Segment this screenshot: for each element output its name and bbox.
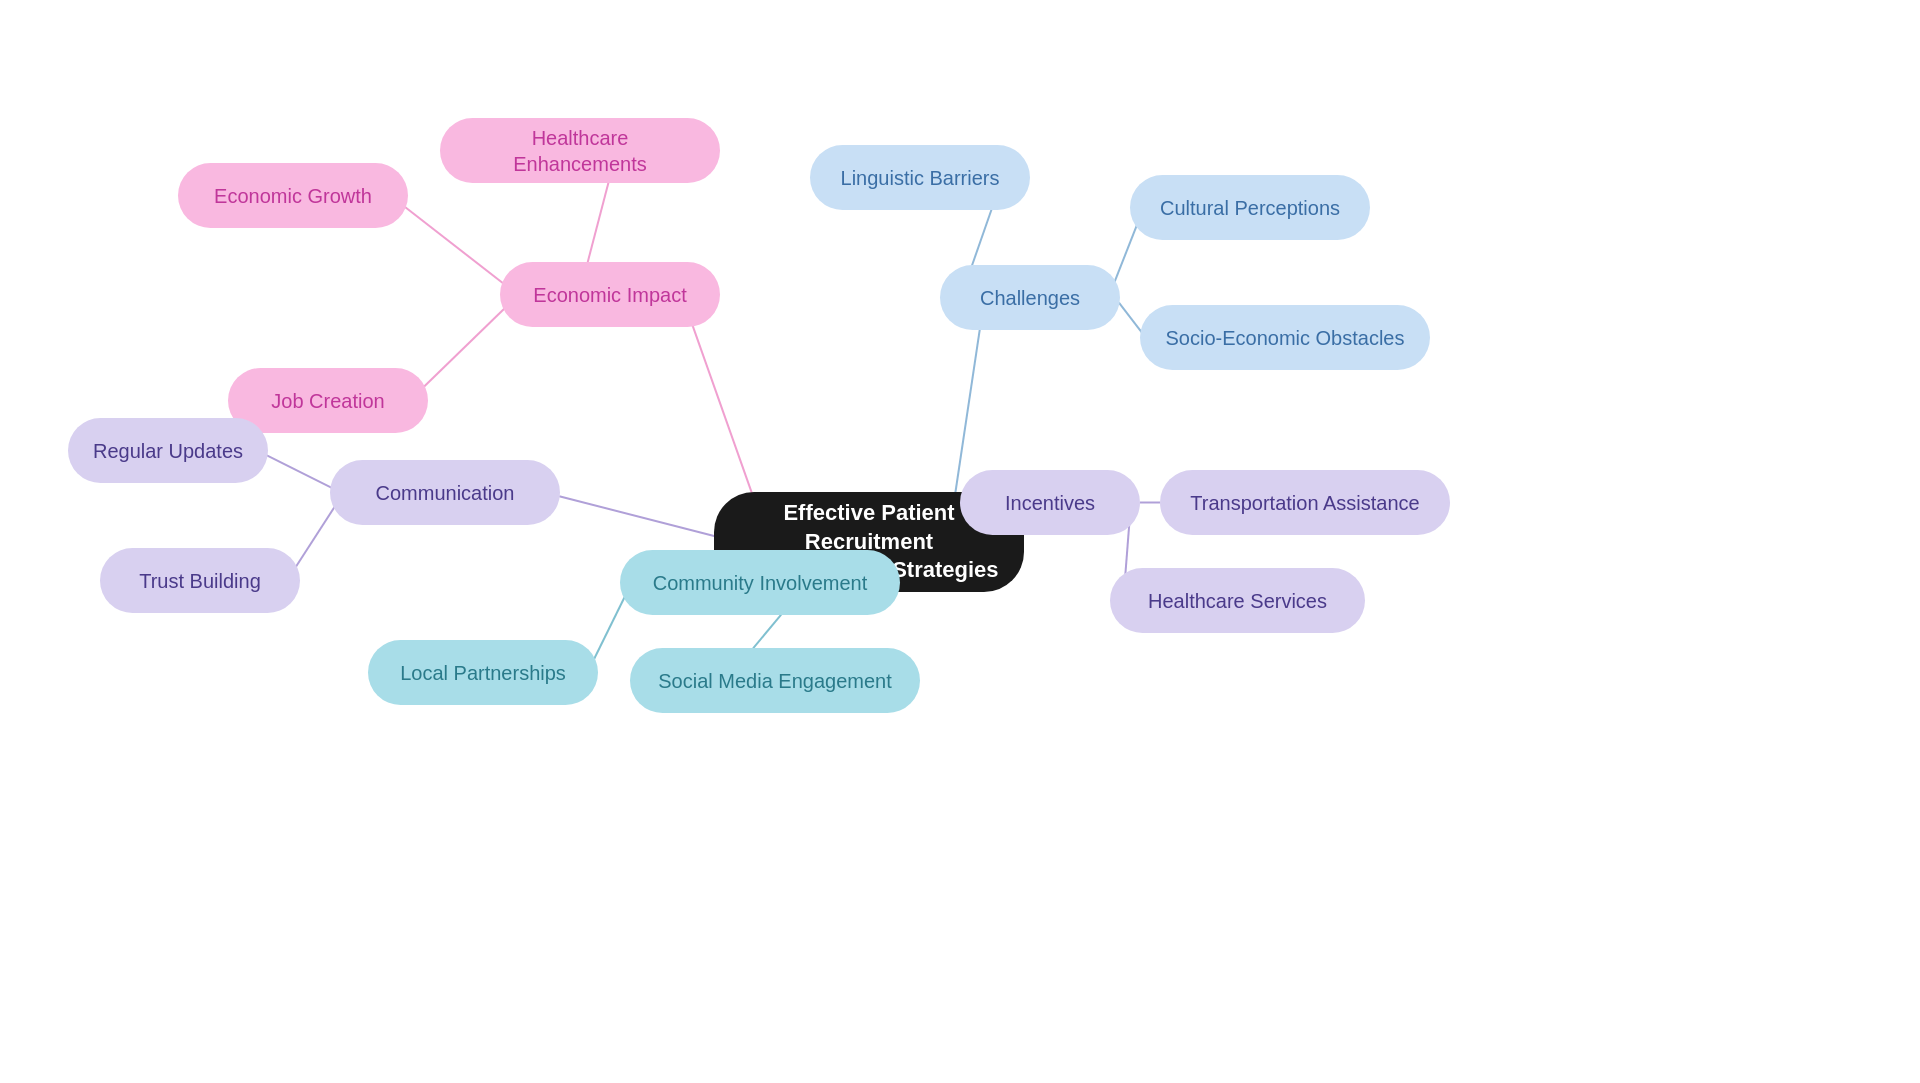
- connection-community-involvement-social-media-engagement: [753, 615, 781, 649]
- challenges-node: Challenges: [940, 265, 1120, 330]
- job-creation-node: Job Creation: [228, 368, 428, 433]
- incentives-node: Incentives: [960, 470, 1140, 535]
- connection-economic-impact-job-creation: [422, 306, 507, 389]
- economic-impact-node: Economic Impact: [500, 262, 720, 327]
- social-media-engagement-node: Social Media Engagement: [630, 648, 920, 713]
- healthcare-services-node: Healthcare Services: [1110, 568, 1365, 633]
- socio-economic-obstacles-node: Socio-Economic Obstacles: [1140, 305, 1430, 370]
- economic-growth-node: Economic Growth: [178, 163, 408, 228]
- connection-center-economic-impact: [690, 317, 757, 508]
- regular-updates-node: Regular Updates: [68, 418, 268, 483]
- connection-community-involvement-local-partnerships: [592, 593, 626, 663]
- connection-communication-regular-updates: [267, 455, 331, 487]
- connection-center-communication: [559, 496, 715, 536]
- transportation-assistance-node: Transportation Assistance: [1160, 470, 1450, 535]
- local-partnerships-node: Local Partnerships: [368, 640, 598, 705]
- communication-node: Communication: [330, 460, 560, 525]
- connection-challenges-cultural-perceptions: [1113, 220, 1139, 285]
- connection-economic-impact-healthcare-enhancements: [588, 182, 609, 262]
- healthcare-enhancements-node: Healthcare Enhancements: [440, 118, 720, 183]
- connection-challenges-socio-economic-obstacles: [1119, 303, 1142, 333]
- trust-building-node: Trust Building: [100, 548, 300, 613]
- connection-economic-impact-economic-growth: [403, 205, 505, 285]
- community-involvement-node: Community Involvement: [620, 550, 900, 615]
- connection-communication-trust-building: [294, 503, 337, 569]
- connection-challenges-linguistic-barriers: [969, 201, 994, 273]
- linguistic-barriers-node: Linguistic Barriers: [810, 145, 1030, 210]
- cultural-perceptions-node: Cultural Perceptions: [1130, 175, 1370, 240]
